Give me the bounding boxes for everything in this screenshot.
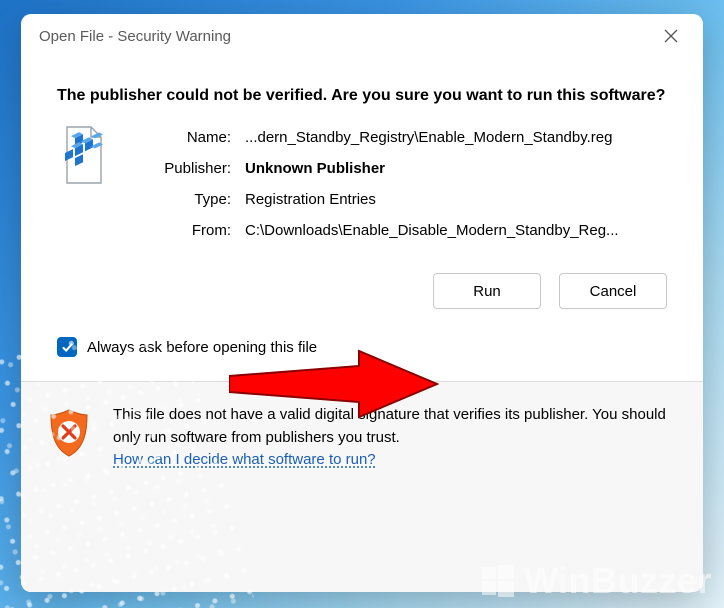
always-ask-label: Always ask before opening this file [87,339,317,356]
always-ask-checkbox[interactable] [57,337,77,357]
footer-message: This file does not have a valid digital … [113,406,666,446]
footer-text: This file does not have a valid digital … [113,404,667,472]
footer: This file does not have a valid digital … [21,381,703,592]
security-warning-dialog: Open File - Security Warning The publish… [21,14,703,592]
dialog-button-row: Run Cancel [21,239,703,309]
publisher-value: Unknown Publisher [245,160,667,177]
name-label: Name: [131,129,231,146]
window-title: Open File - Security Warning [39,28,231,45]
publisher-label: Publisher: [131,160,231,177]
check-icon [61,341,74,354]
run-button[interactable]: Run [433,273,541,309]
desktop-background: Open File - Security Warning The publish… [0,0,724,608]
always-ask-row[interactable]: Always ask before opening this file [21,309,703,381]
from-label: From: [131,222,231,239]
warning-heading: The publisher could not be verified. Are… [57,84,667,107]
from-value: C:\Downloads\Enable_Disable_Modern_Stand… [245,222,667,239]
file-info-grid: Name: ...dern_Standby_Registry\Enable_Mo… [57,129,667,239]
type-label: Type: [131,191,231,208]
name-value: ...dern_Standby_Registry\Enable_Modern_S… [245,129,667,146]
cancel-button[interactable]: Cancel [559,273,667,309]
type-value: Registration Entries [245,191,667,208]
shield-warning-icon [47,408,91,458]
close-icon [664,29,678,43]
titlebar: Open File - Security Warning [21,14,703,58]
reg-file-icon [57,125,109,187]
help-link[interactable]: How can I decide what software to run? [113,451,376,468]
close-button[interactable] [653,21,689,51]
